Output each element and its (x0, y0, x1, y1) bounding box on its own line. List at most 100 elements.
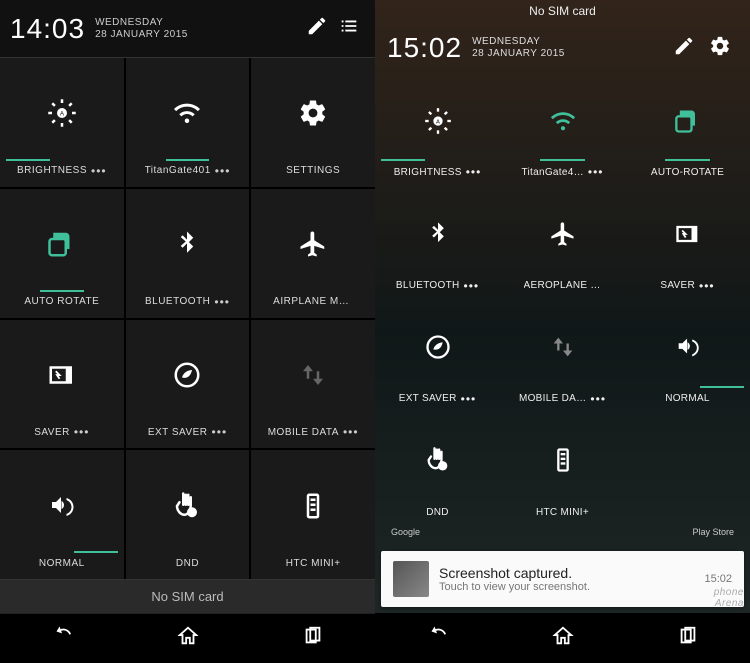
more-dots-icon[interactable]: ••• (466, 169, 482, 175)
rotate-icon (674, 101, 702, 141)
brightness-icon (424, 101, 452, 141)
tile-label: MOBILE DATA (268, 427, 339, 438)
tile-label: AEROPLANE MO… (524, 280, 602, 291)
battery-icon (674, 214, 702, 254)
tile-label: DND (176, 558, 199, 569)
statusbar-text: No SIM card (375, 0, 750, 22)
tile-label: TitanGate4… (521, 167, 583, 178)
screenshot-notification[interactable]: Screenshot captured. Touch to view your … (381, 551, 744, 607)
tile-saver[interactable]: SAVER ••• (0, 320, 124, 449)
date-block: WEDNESDAY 28 JANUARY 2015 (472, 36, 565, 60)
light-header: 15:02 WEDNESDAY 28 JANUARY 2015 (375, 22, 750, 74)
peek-right: Play Store (692, 527, 734, 545)
tile-extsaver[interactable]: EXT SAVER ••• (126, 320, 250, 449)
edit-icon[interactable] (301, 15, 333, 42)
dark-tiles-grid: BRIGHTNESS ••• TitanGate401 ••• SETTINGS A… (0, 58, 375, 579)
more-dots-icon[interactable]: ••• (464, 283, 480, 289)
tile-label: NORMAL (39, 558, 85, 569)
more-dots-icon[interactable]: ••• (343, 429, 359, 435)
home-icon[interactable] (177, 625, 199, 652)
list-icon[interactable] (333, 15, 365, 42)
tile-label: AIRPLANE MODE (273, 296, 353, 307)
back-icon[interactable] (52, 625, 74, 652)
tile-dnd[interactable]: DND (375, 414, 500, 527)
notification-subtitle: Touch to view your screenshot. (439, 581, 694, 593)
tile-htcmini[interactable]: HTC MINI+ (500, 414, 625, 527)
volume-icon (47, 484, 77, 528)
wifi-icon (172, 91, 202, 135)
more-dots-icon[interactable]: ••• (215, 168, 231, 174)
tile-label: HTC MINI+ (536, 507, 589, 518)
tile-brightness[interactable]: BRIGHTNESS ••• (0, 58, 124, 187)
tile-empty (625, 414, 750, 527)
date-label: 28 JANUARY 2015 (472, 48, 565, 60)
leaf-icon (172, 353, 202, 397)
tile-autorotate[interactable]: AUTO-ROTATE (625, 74, 750, 187)
date-label: 28 JANUARY 2015 (95, 29, 188, 41)
settings-gear-icon[interactable] (702, 35, 738, 62)
tile-label: SAVER (34, 427, 70, 438)
brightness-icon (47, 91, 77, 135)
tile-label: AUTO ROTATE (24, 296, 99, 307)
recent-icon[interactable] (677, 625, 699, 652)
tile-brightness[interactable]: BRIGHTNESS••• (375, 74, 500, 187)
tile-dnd[interactable]: DND (126, 450, 250, 579)
tile-label: HTC MINI+ (286, 558, 341, 569)
tile-airplane[interactable]: AEROPLANE MO… (500, 187, 625, 300)
volume-icon (674, 327, 702, 367)
tile-label: DND (426, 507, 449, 518)
tile-extsaver[interactable]: EXT SAVER••• (375, 301, 500, 414)
more-dots-icon[interactable]: ••• (588, 169, 604, 175)
tile-bluetooth[interactable]: BLUETOOTH ••• (126, 189, 250, 318)
more-dots-icon[interactable]: ••• (74, 429, 90, 435)
gear-icon (298, 91, 328, 135)
dark-quicksettings-panel: 14:03 WEDNESDAY 28 JANUARY 2015 BRIGHTNE… (0, 0, 375, 663)
tile-wifi[interactable]: TitanGate401 ••• (126, 58, 250, 187)
watermark: phone Arena (714, 587, 744, 609)
light-navbar (375, 613, 750, 663)
data-icon (298, 353, 328, 397)
tile-bluetooth[interactable]: BLUETOOTH••• (375, 187, 500, 300)
battery-icon (47, 353, 77, 397)
date-block: WEDNESDAY 28 JANUARY 2015 (95, 17, 188, 41)
dnd-icon (172, 484, 202, 528)
home-icon[interactable] (552, 625, 574, 652)
tile-wifi[interactable]: TitanGate4… ••• (500, 74, 625, 187)
day-label: WEDNESDAY (472, 36, 565, 48)
tile-settings[interactable]: SETTINGS (251, 58, 375, 187)
tile-label: NORMAL (665, 393, 710, 404)
data-icon (549, 327, 577, 367)
clock: 14:03 (10, 13, 85, 45)
tile-soundprofile[interactable]: NORMAL (0, 450, 124, 579)
back-icon[interactable] (427, 625, 449, 652)
clock: 15:02 (387, 32, 462, 64)
light-tiles-grid: BRIGHTNESS••• TitanGate4… ••• AUTO-ROTATE… (375, 74, 750, 527)
tile-mobiledata[interactable]: MOBILE DATA ••• (251, 320, 375, 449)
more-dots-icon[interactable]: ••• (214, 299, 230, 305)
tile-autorotate[interactable]: AUTO ROTATE (0, 189, 124, 318)
more-dots-icon[interactable]: ••• (590, 396, 606, 402)
tile-label: EXT SAVER (148, 427, 208, 438)
edit-icon[interactable] (666, 35, 702, 62)
phone-icon (549, 440, 577, 480)
airplane-icon (298, 222, 328, 266)
phone-icon (298, 484, 328, 528)
more-dots-icon[interactable]: ••• (212, 429, 228, 435)
tile-airplane[interactable]: AIRPLANE MODE (251, 189, 375, 318)
dnd-icon (424, 440, 452, 480)
more-dots-icon[interactable]: ••• (461, 396, 477, 402)
tile-label: TitanGate401 (145, 165, 211, 176)
more-dots-icon[interactable]: ••• (699, 283, 715, 289)
tile-label: BRIGHTNESS (17, 165, 87, 176)
tile-saver[interactable]: SAVER••• (625, 187, 750, 300)
tile-label: SETTINGS (286, 165, 340, 176)
more-dots-icon[interactable]: ••• (91, 168, 107, 174)
recent-icon[interactable] (302, 625, 324, 652)
tile-label: BLUETOOTH (145, 296, 210, 307)
tile-mobiledata[interactable]: MOBILE DA…••• (500, 301, 625, 414)
light-quicksettings-panel: No SIM card 15:02 WEDNESDAY 28 JANUARY 2… (375, 0, 750, 663)
tile-htcmini[interactable]: HTC MINI+ (251, 450, 375, 579)
sim-status-bar: No SIM card (0, 579, 375, 613)
bluetooth-icon (172, 222, 202, 266)
tile-soundprofile[interactable]: NORMAL (625, 301, 750, 414)
